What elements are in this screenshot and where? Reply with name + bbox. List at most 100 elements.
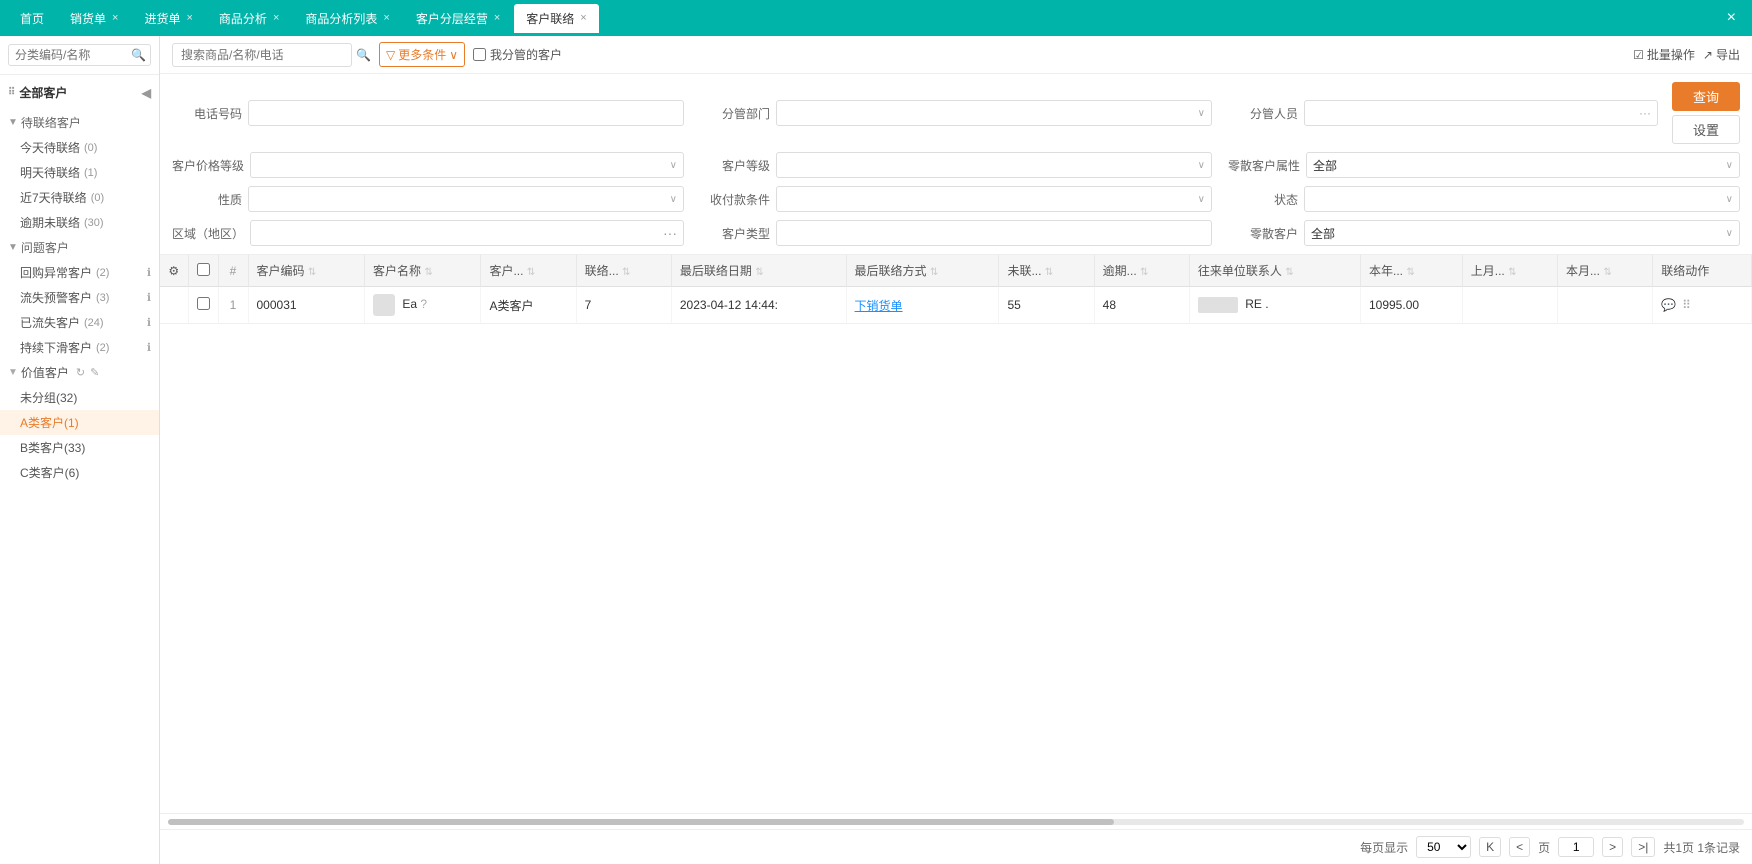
collapse-icon[interactable]: ◀ (142, 86, 151, 100)
close-sales-order[interactable]: × (112, 12, 118, 24)
retail-attr-select[interactable]: 全部 ∨ (1306, 152, 1740, 178)
th-last-month[interactable]: 上月... ⇅ (1462, 255, 1557, 287)
payment-select[interactable]: ∨ (776, 186, 1212, 212)
nav-home[interactable]: 首页 (8, 4, 56, 33)
content-area: 🔍 ▽ 更多条件 ∨ 我分管的客户 ☑ 批量操作 ↗ 导出 (160, 36, 1752, 864)
close-product-analysis[interactable]: × (273, 12, 279, 24)
th-overdue[interactable]: 逾期... ⇅ (1094, 255, 1189, 287)
customer-level-label: 客户等级 (700, 157, 770, 174)
th-contact-count[interactable]: 联络... ⇅ (576, 255, 671, 287)
row-checkbox[interactable] (197, 297, 210, 310)
refresh-icon[interactable]: ↻ (76, 366, 85, 379)
th-contact-person[interactable]: 往来单位联系人 ⇅ (1189, 255, 1360, 287)
person-select[interactable]: ··· (1304, 100, 1658, 126)
customer-type-select[interactable] (776, 220, 1212, 246)
status-select[interactable]: ∨ (1304, 186, 1740, 212)
next-page-btn[interactable]: > (1602, 837, 1623, 857)
th-this-year[interactable]: 本年... ⇅ (1360, 255, 1462, 287)
sidebar-value-customers-group[interactable]: ▼ 价值客户 ↻ ✎ (0, 360, 159, 385)
th-customer-type[interactable]: 客户... ⇅ (481, 255, 576, 287)
region-select[interactable]: ··· (250, 220, 684, 246)
settings-button[interactable]: 设置 (1672, 115, 1740, 144)
sidebar-item-class-c[interactable]: C类客户(6) (0, 460, 159, 485)
query-btn-area: 查询 设置 (1672, 82, 1740, 144)
filter-search-input[interactable] (172, 43, 352, 67)
nav-customer-contact[interactable]: 客户联络 × (514, 4, 598, 33)
td-last-contact-method[interactable]: 下销货单 (846, 287, 999, 324)
nav-sales-order[interactable]: 销货单 × (58, 4, 130, 33)
chat-icon[interactable]: 💬 (1661, 298, 1676, 312)
more-conditions-btn[interactable]: ▽ 更多条件 ∨ (379, 42, 465, 67)
td-checkbox[interactable] (188, 287, 218, 324)
property-select[interactable]: ∨ (248, 186, 684, 212)
th-settings[interactable]: ⚙ (160, 255, 188, 287)
close-customer-tier[interactable]: × (494, 12, 500, 24)
export-btn[interactable]: ↗ 导出 (1703, 46, 1740, 63)
sidebar-item-declining[interactable]: 持续下滑客户 (2) ℹ (0, 335, 159, 360)
customer-level-filter-row: 客户等级 ∨ (700, 152, 1212, 178)
sidebar-item-class-a[interactable]: A类客户(1) (0, 410, 159, 435)
nav-customer-tier[interactable]: 客户分层经营 × (404, 4, 512, 33)
sidebar-item-repurchase-anomaly[interactable]: 回购异常客户 (2) ℹ (0, 260, 159, 285)
scroll-track[interactable] (168, 819, 1744, 825)
sidebar-item-unclassified[interactable]: 未分组(32) (0, 385, 159, 410)
close-purchase-order[interactable]: × (186, 12, 192, 24)
sidebar-item-class-b[interactable]: B类客户(33) (0, 435, 159, 460)
settings-gear-icon[interactable]: ⚙ (168, 264, 179, 278)
region-dots: ··· (663, 225, 677, 241)
select-all-checkbox[interactable] (197, 263, 210, 276)
th-checkbox[interactable] (188, 255, 218, 287)
phone-input[interactable] (248, 100, 684, 126)
sidebar-problem-customers-group[interactable]: ▼ 问题客户 (0, 235, 159, 260)
th-customer-name[interactable]: 客户名称 ⇅ (364, 255, 480, 287)
sidebar-item-churned[interactable]: 已流失客户 (24) ℹ (0, 310, 159, 335)
nav-purchase-order[interactable]: 进货单 × (132, 4, 204, 33)
first-page-btn[interactable]: K (1479, 837, 1501, 857)
sort-icon-contact: ⇅ (622, 267, 630, 278)
top-nav: 首页 销货单 × 进货单 × 商品分析 × 商品分析列表 × 客户分层经营 × … (0, 0, 1752, 36)
th-last-contact-method[interactable]: 最后联络方式 ⇅ (846, 255, 999, 287)
sidebar-pending-contact-group[interactable]: ▼ 待联络客户 (0, 110, 159, 135)
info-icon-2: ℹ (147, 291, 151, 304)
sidebar-item-churn-warning[interactable]: 流失预警客户 (3) ℹ (0, 285, 159, 310)
sidebar-item-tomorrow[interactable]: 明天待联络 (1) (0, 160, 159, 185)
my-customers-checkbox-area[interactable]: 我分管的客户 (473, 46, 562, 63)
nav-product-analysis-list[interactable]: 商品分析列表 × (293, 4, 401, 33)
edit-icon[interactable]: ✎ (90, 366, 99, 379)
sidebar-all-customers-header[interactable]: ⠿ 全部客户 ◀ (0, 79, 159, 106)
td-actions[interactable]: 💬 ⠿ (1653, 287, 1752, 324)
status-chevron: ∨ (1726, 194, 1733, 205)
th-last-contact-date[interactable]: 最后联络日期 ⇅ (671, 255, 846, 287)
th-this-month[interactable]: 本月... ⇅ (1557, 255, 1652, 287)
sidebar-item-overdue[interactable]: 逾期未联络 (30) (0, 210, 159, 235)
customer-level-select[interactable]: ∨ (776, 152, 1212, 178)
sidebar-search-input[interactable] (8, 44, 151, 66)
customer-table: ⚙ # 客户编码 ⇅ 客户名称 ⇅ (160, 255, 1752, 324)
th-no-contact[interactable]: 未联... ⇅ (999, 255, 1094, 287)
my-customers-checkbox[interactable] (473, 48, 486, 61)
price-level-select[interactable]: ∨ (250, 152, 684, 178)
horizontal-scrollbar[interactable] (160, 813, 1752, 829)
th-customer-code[interactable]: 客户编码 ⇅ (248, 255, 364, 287)
batch-operation-btn[interactable]: ☑ 批量操作 (1633, 46, 1695, 63)
scroll-thumb[interactable] (168, 819, 1114, 825)
last-page-btn[interactable]: >| (1631, 837, 1655, 857)
property-filter-row: 性质 ∨ (172, 186, 684, 212)
close-all-tabs[interactable]: × (1719, 9, 1744, 27)
info-icon-3: ℹ (147, 316, 151, 329)
per-page-select[interactable]: 50 100 200 (1416, 836, 1471, 858)
sidebar-item-today[interactable]: 今天待联络 (0) (0, 135, 159, 160)
prev-page-btn[interactable]: < (1509, 837, 1530, 857)
close-product-analysis-list[interactable]: × (383, 12, 389, 24)
dept-select[interactable]: ∨ (776, 100, 1212, 126)
close-customer-contact[interactable]: × (580, 12, 586, 24)
query-button[interactable]: 查询 (1672, 82, 1740, 111)
nav-product-analysis[interactable]: 商品分析 × (207, 4, 291, 33)
page-input[interactable] (1558, 837, 1594, 857)
dept-label: 分管部门 (700, 105, 770, 122)
sidebar-item-7days[interactable]: 近7天待联络 (0) (0, 185, 159, 210)
retail-customer-select[interactable]: 全部 ∨ (1304, 220, 1740, 246)
sidebar-search-icon[interactable]: 🔍 (131, 48, 146, 62)
filter-search-icon[interactable]: 🔍 (356, 48, 371, 62)
more-icon[interactable]: ⠿ (1682, 298, 1691, 312)
